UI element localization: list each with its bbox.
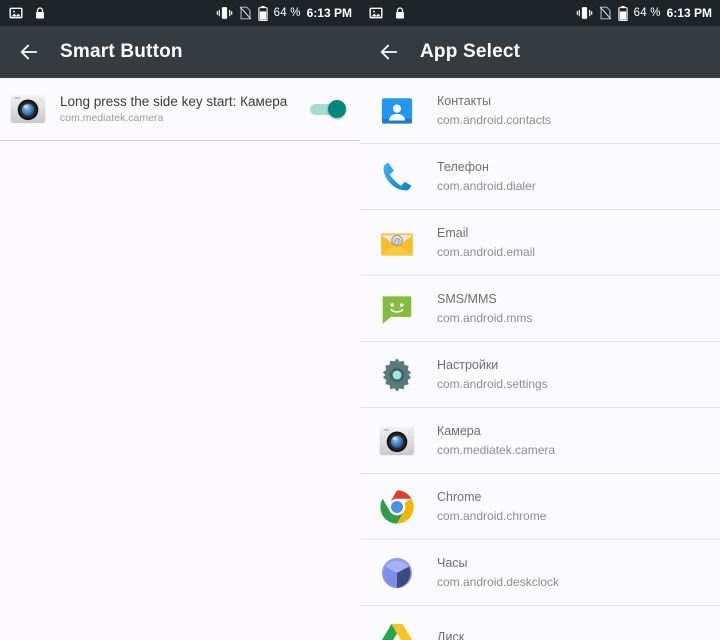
- app-name: Контакты: [437, 93, 491, 108]
- app-name: Часы: [437, 555, 468, 570]
- status-bar-right-right-icons: 64 % 6:13 PM: [576, 5, 712, 21]
- app-package: com.android.dialer: [437, 178, 536, 193]
- status-bar-left: 64 % 6:13 PM: [0, 0, 360, 26]
- app-name: Диск: [437, 630, 465, 640]
- battery-icon: [617, 5, 628, 21]
- camera-app-icon: [378, 422, 416, 460]
- list-item-text: Телефон com.android.dialer: [437, 159, 536, 195]
- battery-icon: [257, 5, 268, 21]
- list-item[interactable]: Chrome com.android.chrome: [360, 474, 720, 539]
- app-name: Email: [437, 225, 469, 240]
- settings-gear-icon: [378, 356, 416, 394]
- back-button[interactable]: [14, 37, 44, 67]
- setting-row-long-press[interactable]: Long press the side key start: Камера co…: [0, 78, 360, 140]
- dual-screenshot: 64 % 6:13 PM Smart Button Long press the…: [0, 0, 720, 640]
- list-item[interactable]: Диск: [360, 606, 720, 640]
- app-name: SMS/MMS: [437, 291, 497, 306]
- contacts-icon: [378, 92, 416, 130]
- page-title: Smart Button: [60, 41, 183, 62]
- app-package: com.mediatek.camera: [437, 442, 556, 457]
- empty-content-area: [0, 141, 360, 561]
- status-bar-right: 64 % 6:13 PM: [360, 0, 720, 26]
- svg-text:@: @: [393, 236, 401, 245]
- list-item-text: Камера com.mediatek.camera: [437, 423, 555, 459]
- list-item-text: Контакты com.android.contacts: [437, 93, 551, 129]
- drive-icon: [378, 620, 416, 640]
- status-bar-clock: 6:13 PM: [666, 6, 712, 20]
- list-item[interactable]: Камера com.mediatek.camera: [360, 408, 720, 473]
- image-icon: [9, 6, 23, 20]
- list-item-text: Chrome com.android.chrome: [437, 489, 546, 525]
- chrome-icon: [378, 488, 416, 526]
- app-package: com.android.mms: [437, 310, 533, 325]
- app-bar-app-select: App Select: [360, 26, 720, 78]
- list-item-text: Часы com.android.deskclock: [437, 555, 559, 591]
- app-name: Chrome: [437, 489, 482, 504]
- app-name: Камера: [437, 423, 481, 438]
- app-package: com.android.settings: [437, 376, 548, 391]
- messaging-icon: [378, 290, 416, 328]
- email-icon: @: [378, 224, 416, 262]
- app-select-list[interactable]: Контакты com.android.contacts Телефон co…: [360, 78, 720, 640]
- setting-subtitle: com.mediatek.camera: [60, 112, 164, 124]
- status-bar-right-left-icons: [369, 6, 406, 20]
- vibrate-icon: [576, 6, 593, 20]
- list-item-text: Диск: [437, 629, 464, 640]
- list-item-text: Настройки com.android.settings: [437, 357, 548, 393]
- lock-icon: [34, 6, 46, 20]
- battery-percent: 64 %: [633, 7, 661, 19]
- status-bar-left-icons: [9, 6, 46, 20]
- camera-app-icon: [9, 90, 47, 128]
- app-package: com.android.contacts: [437, 112, 552, 127]
- app-bar-smart-button: Smart Button: [0, 26, 360, 78]
- screen-smart-button: 64 % 6:13 PM Smart Button Long press the…: [0, 0, 360, 640]
- list-item-text: SMS/MMS com.android.mms: [437, 291, 532, 327]
- arrow-left-icon: [20, 44, 38, 60]
- page-title: App Select: [420, 41, 521, 62]
- status-bar-clock: 6:13 PM: [306, 6, 352, 20]
- app-name: Настройки: [437, 357, 499, 372]
- clock-icon: [378, 554, 416, 592]
- list-item[interactable]: Телефон com.android.dialer: [360, 144, 720, 209]
- list-item[interactable]: Часы com.android.deskclock: [360, 540, 720, 605]
- image-icon: [369, 6, 383, 20]
- sim-off-icon: [599, 6, 612, 20]
- app-package: com.android.chrome: [437, 508, 547, 523]
- app-name: Телефон: [437, 159, 489, 174]
- list-item[interactable]: Контакты com.android.contacts: [360, 78, 720, 143]
- setting-title: Long press the side key start: Камера: [60, 94, 288, 109]
- smart-button-content: Long press the side key start: Камера co…: [0, 78, 360, 640]
- arrow-left-icon: [380, 44, 398, 60]
- battery-percent: 64 %: [273, 7, 301, 19]
- back-button[interactable]: [374, 37, 404, 67]
- smart-button-toggle[interactable]: [310, 99, 346, 119]
- sim-off-icon: [239, 6, 252, 20]
- list-item[interactable]: SMS/MMS com.android.mms: [360, 276, 720, 341]
- phone-icon: [378, 158, 416, 196]
- vibrate-icon: [216, 6, 233, 20]
- list-item[interactable]: @ Email com.android.email: [360, 210, 720, 275]
- status-bar-right-icons: 64 % 6:13 PM: [216, 5, 352, 21]
- app-package: com.android.deskclock: [437, 574, 560, 589]
- list-item[interactable]: Настройки com.android.settings: [360, 342, 720, 407]
- list-item-text: Email com.android.email: [437, 225, 535, 261]
- screen-app-select: 64 % 6:13 PM App Select Контакты com.and…: [360, 0, 720, 640]
- setting-text-block: Long press the side key start: Камера co…: [60, 93, 310, 125]
- lock-icon: [394, 6, 406, 20]
- app-package: com.android.email: [437, 244, 536, 259]
- toggle-knob: [328, 100, 346, 118]
